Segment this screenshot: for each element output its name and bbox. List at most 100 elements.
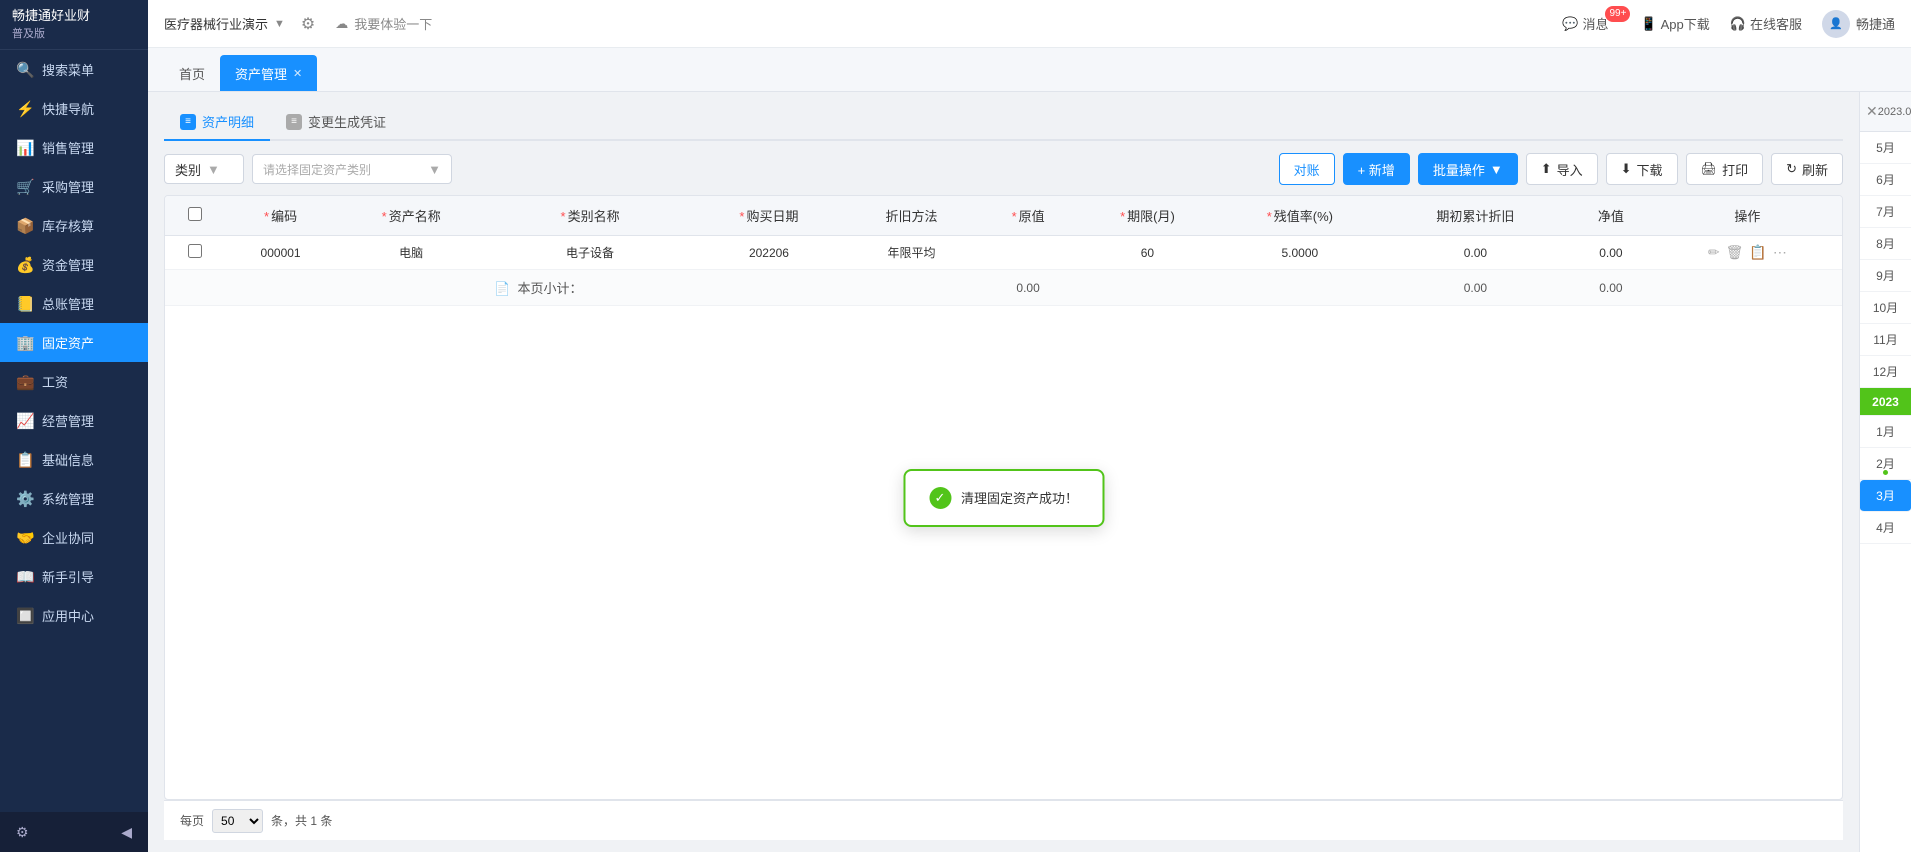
download-icon: ⬇: [1621, 161, 1632, 177]
cell-net-value: 0.00: [1569, 236, 1653, 270]
sidebar-item-system[interactable]: ⚙️系统管理: [0, 479, 148, 518]
month-prev-9月[interactable]: 9月: [1860, 260, 1911, 292]
month-2月[interactable]: 2月: [1860, 448, 1911, 480]
more-icon[interactable]: ⋯: [1773, 244, 1787, 261]
sidebar-label-search: 搜索菜单: [42, 60, 94, 79]
online-service-btn[interactable]: 🎧 在线客服: [1730, 14, 1802, 33]
sidebar-item-enterprise[interactable]: 🤝企业协同: [0, 518, 148, 557]
app-download-btn[interactable]: 📱 App下载: [1640, 14, 1709, 33]
subtotal-icon: 📄: [494, 281, 510, 296]
sidebar-item-inventory[interactable]: 📦库存核算: [0, 206, 148, 245]
subtotal-row: 📄 本页小计： 0.00 0.00 0.00: [165, 270, 1842, 306]
sidebar-item-salary[interactable]: 💼工资: [0, 362, 148, 401]
sidebar: 畅捷通好业财 普及版 🔍搜索菜单⚡快捷导航📊销售管理🛒采购管理📦库存核算💰资金管…: [0, 0, 148, 852]
sidebar-item-appcenter[interactable]: 🔲应用中心: [0, 596, 148, 635]
sidebar-item-sales[interactable]: 📊销售管理: [0, 128, 148, 167]
sales-icon: 📊: [16, 139, 34, 157]
print-button[interactable]: 🖨 打印: [1686, 153, 1764, 185]
category-input-chevron-icon: ▼: [428, 162, 441, 177]
month-1月[interactable]: 1月: [1860, 416, 1911, 448]
row-checkbox[interactable]: [188, 244, 202, 258]
sub-tab-label-change_voucher: 变更生成凭证: [308, 112, 386, 131]
experience-text: 我要体验一下: [354, 14, 432, 33]
company-chevron-icon: ▼: [274, 18, 285, 30]
month-prev-7月[interactable]: 7月: [1860, 196, 1911, 228]
sidebar-label-fixedasset: 固定资产: [42, 333, 94, 352]
download-button[interactable]: ⬇ 下载: [1606, 153, 1678, 185]
asset-table: *编码 *资产名称 *类别名称 *购买日期 折旧方法 *原值 *期限(月) *残…: [165, 196, 1842, 306]
sidebar-label-appcenter: 应用中心: [42, 606, 94, 625]
category-input[interactable]: 请选择固定资产类别 ▼: [252, 154, 452, 184]
header-right: 💬 消息 99+ 📱 App下载 🎧 在线客服 👤 畅捷通: [1562, 10, 1895, 38]
top-header: 医疗器械行业演示 ▼ ⚙ ☁ 我要体验一下 💬 消息 99+ 📱 App下载 🎧…: [148, 0, 1911, 48]
month-prev-10月[interactable]: 10月: [1860, 292, 1911, 324]
content-area: ≡资产明细≡变更生成凭证 类别 ▼ 请选择固定资产类别 ▼ 对账 + 新增: [148, 92, 1911, 852]
refresh-button[interactable]: ↻ 刷新: [1771, 153, 1843, 185]
right-panel-close-icon[interactable]: ✕: [1866, 103, 1878, 120]
newguide-icon: 📖: [16, 568, 34, 586]
sidebar-item-newguide[interactable]: 📖新手引导: [0, 557, 148, 596]
print-icon: 🖨: [1701, 161, 1718, 177]
username: 畅捷通: [1856, 14, 1895, 33]
settings-icon[interactable]: ⚙: [16, 824, 29, 841]
edit-icon[interactable]: ✏: [1708, 244, 1720, 261]
sidebar-label-purchase: 采购管理: [42, 177, 94, 196]
month-prev-6月[interactable]: 6月: [1860, 164, 1911, 196]
batch-button[interactable]: 批量操作 ▼: [1418, 153, 1518, 185]
logo-text: 畅捷通好业财: [12, 8, 90, 25]
month-prev-12月[interactable]: 12月: [1860, 356, 1911, 388]
batch-label: 批量操作: [1433, 160, 1485, 179]
cell-name: 电脑: [336, 236, 486, 270]
collapse-icon[interactable]: ◀: [121, 824, 132, 841]
sidebar-item-search[interactable]: 🔍 搜索菜单: [0, 50, 148, 89]
col-residual-rate: *残值率(%): [1218, 196, 1382, 236]
tab-label-asset: 资产管理: [235, 64, 287, 83]
app-download-label: App下载: [1661, 14, 1710, 33]
message-btn[interactable]: 💬 消息 99+: [1562, 14, 1620, 33]
avatar: 👤: [1822, 10, 1850, 38]
settings-gear-icon[interactable]: ⚙: [301, 14, 315, 34]
sidebar-item-management[interactable]: 📈经营管理: [0, 401, 148, 440]
category-filter[interactable]: 类别 ▼: [164, 154, 244, 184]
message-icon: 💬: [1562, 16, 1578, 32]
month-prev-5月[interactable]: 5月: [1860, 132, 1911, 164]
month-prev-8月[interactable]: 8月: [1860, 228, 1911, 260]
tab-home[interactable]: 首页: [164, 55, 220, 91]
sidebar-item-quicknav[interactable]: ⚡快捷导航: [0, 89, 148, 128]
month-prev-11月[interactable]: 11月: [1860, 324, 1911, 356]
sidebar-item-baseinfo[interactable]: 📋基础信息: [0, 440, 148, 479]
delete-icon[interactable]: 🗑: [1726, 244, 1744, 261]
copy-icon[interactable]: 📋: [1749, 244, 1766, 261]
experience-btn[interactable]: ☁ 我要体验一下: [335, 14, 432, 33]
success-toast: ✓ 清理固定资产成功！: [903, 469, 1104, 527]
sidebar-item-ledger[interactable]: 📒总账管理: [0, 284, 148, 323]
reconcile-button[interactable]: 对账: [1279, 153, 1335, 185]
tab-asset[interactable]: 资产管理 ✕: [220, 55, 317, 91]
sub-tab-asset_detail[interactable]: ≡资产明细: [164, 104, 270, 141]
per-page-select[interactable]: 50 10 20 100: [212, 809, 263, 833]
sidebar-item-fixedasset[interactable]: 🏢 固定资产: [0, 323, 148, 362]
sidebar-item-purchase[interactable]: 🛒采购管理: [0, 167, 148, 206]
year-label-2023[interactable]: 2023: [1860, 388, 1911, 416]
tab-close-asset-icon[interactable]: ✕: [293, 67, 302, 80]
month-4月[interactable]: 4月: [1860, 512, 1911, 544]
month-3月[interactable]: 3月: [1860, 480, 1911, 512]
company-selector[interactable]: 医疗器械行业演示 ▼: [164, 14, 285, 33]
fixedasset-icon: 🏢: [16, 334, 34, 352]
company-name: 医疗器械行业演示: [164, 14, 268, 33]
batch-chevron-icon: ▼: [1490, 162, 1503, 177]
sidebar-item-capital[interactable]: 💰资金管理: [0, 245, 148, 284]
new-button[interactable]: + 新增: [1343, 153, 1410, 185]
search-icon: 🔍: [16, 61, 34, 79]
sidebar-scroll: 🔍 搜索菜单 ⚡快捷导航📊销售管理🛒采购管理📦库存核算💰资金管理📒总账管理 🏢 固定资产…: [0, 50, 148, 812]
user-menu[interactable]: 👤 畅捷通: [1822, 10, 1895, 38]
sidebar-label-inventory: 库存核算: [42, 216, 94, 235]
col-checkbox: [165, 196, 225, 236]
col-code: *编码: [225, 196, 337, 236]
sub-tab-change_voucher[interactable]: ≡变更生成凭证: [270, 104, 402, 141]
sidebar-label-enterprise: 企业协同: [42, 528, 94, 547]
import-button[interactable]: ⬆ 导入: [1526, 153, 1598, 185]
management-icon: 📈: [16, 412, 34, 430]
sidebar-label-ledger: 总账管理: [42, 294, 94, 313]
select-all-checkbox[interactable]: [188, 207, 202, 221]
